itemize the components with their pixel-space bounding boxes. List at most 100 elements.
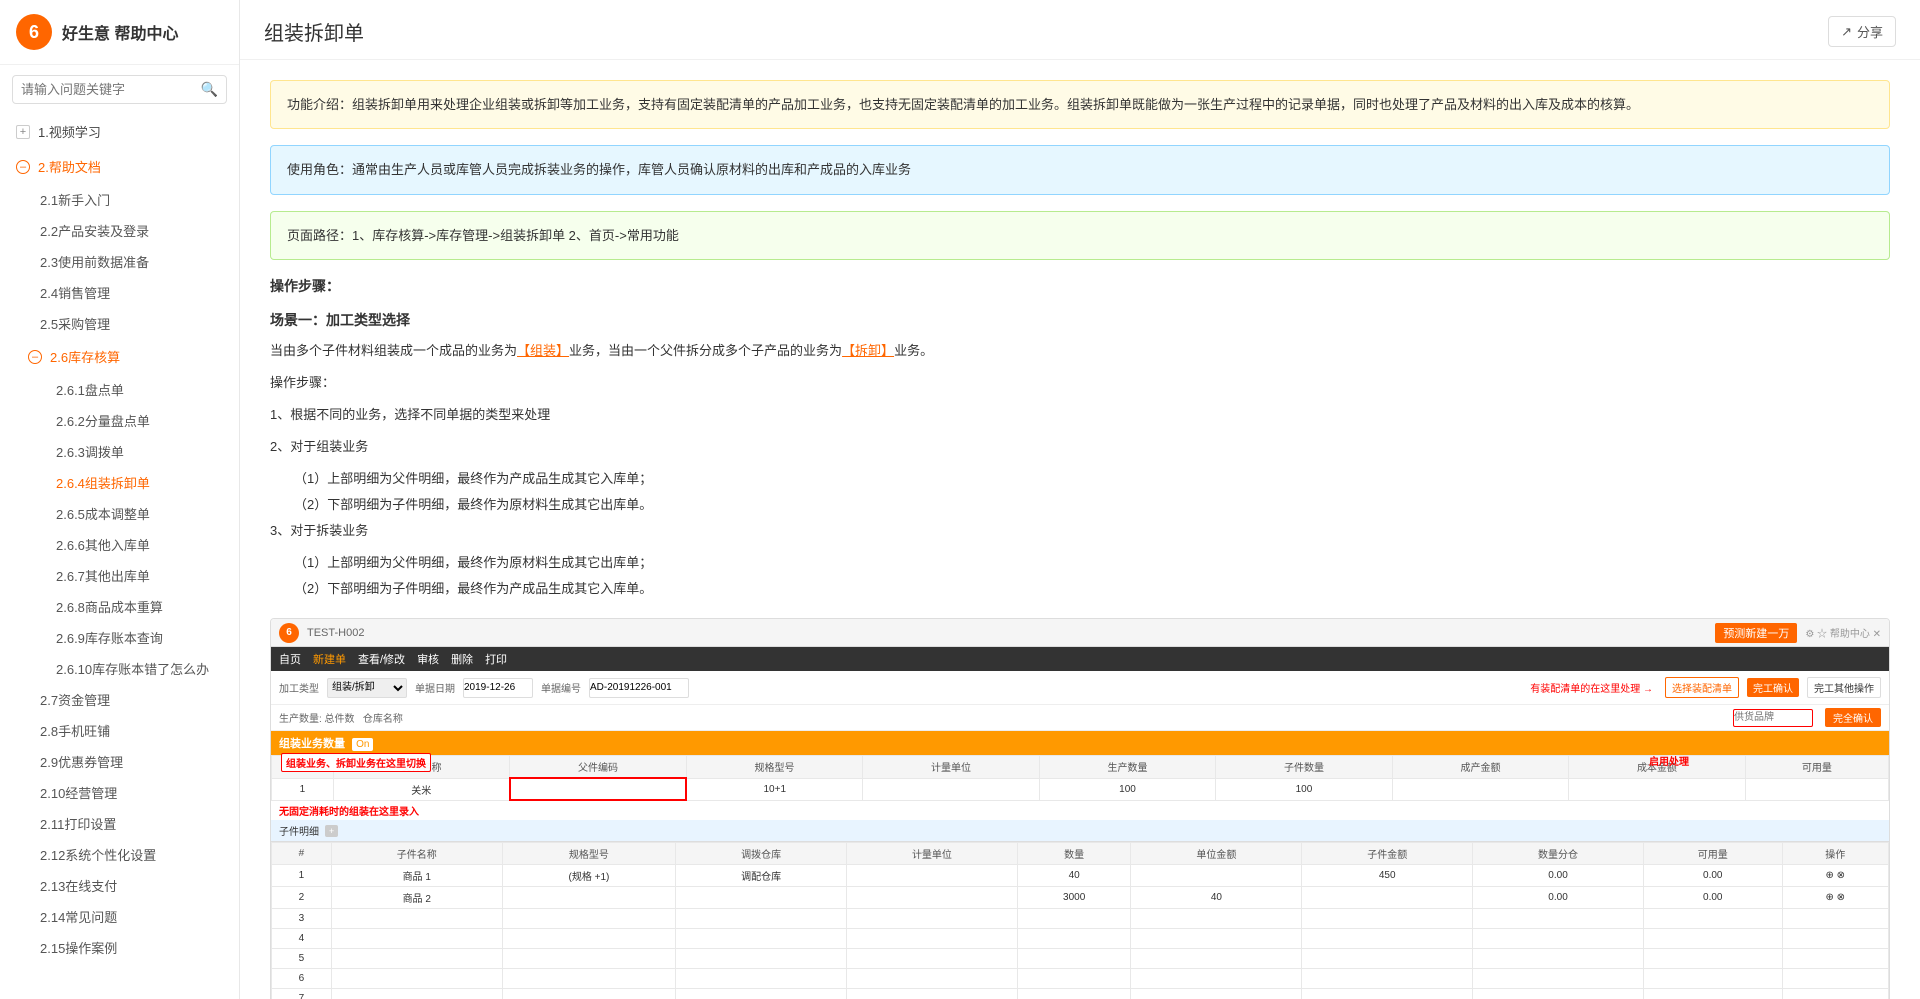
- col-available: 可用量: [1745, 756, 1888, 779]
- app-logo-small: 6: [279, 623, 299, 643]
- menu-new[interactable]: 新建单: [313, 651, 346, 667]
- nav-tree: + 1.视频学习 – 2.帮助文档 2.1新手入门 2.2产品安装及登录 2.3…: [0, 114, 239, 999]
- sidebar-item-split-stocktake[interactable]: 2.6.2分量盘点单: [0, 405, 239, 436]
- table-row: 4: [272, 929, 1889, 949]
- toggle-switch[interactable]: On: [352, 738, 373, 751]
- share-button[interactable]: ↗ 分享: [1828, 16, 1896, 47]
- expand-icon: +: [16, 125, 30, 139]
- app-new-btn[interactable]: 预测新建一万: [1715, 623, 1797, 643]
- sidebar-item-newbie[interactable]: 2.1新手入门: [0, 184, 239, 215]
- sidebar-item-operation[interactable]: 2.10经营管理: [0, 777, 239, 808]
- col-spec: 规格型号: [686, 756, 862, 779]
- form-type-label: 加工类型: [279, 680, 319, 695]
- table-row: 3: [272, 909, 1889, 929]
- sidebar-item-stocktake[interactable]: 2.6.1盘点单: [0, 374, 239, 405]
- menu-audit[interactable]: 审核: [417, 651, 439, 667]
- sidebar: 6 好生意 帮助中心 🔍 + 1.视频学习 – 2.帮助文档 2.1新手入门 2…: [0, 0, 240, 999]
- sidebar-item-assembly[interactable]: 2.6.4组装拆卸单: [0, 467, 239, 498]
- sidebar-item-other-out[interactable]: 2.6.7其他出库单: [0, 560, 239, 591]
- sidebar-item-coupon[interactable]: 2.9优惠券管理: [0, 746, 239, 777]
- sidebar-item-label: 1.视频学习: [38, 122, 101, 141]
- row-action-del[interactable]: ⊗: [1837, 892, 1845, 903]
- search-input[interactable]: [21, 82, 201, 97]
- step-3-1: （1）上部明细为父件明细，最终作为原材料生成其它出库单；: [270, 550, 1890, 576]
- role-block: 使用角色：通常由生产人员或库管人员完成拆装业务的操作，库管人员确认原材料的出库和…: [270, 145, 1890, 194]
- sidebar-item-cost-adjust[interactable]: 2.6.5成本调整单: [0, 498, 239, 529]
- intro-block: 功能介绍：组装拆卸单用来处理企业组装或拆卸等加工业务，支持有固定装配清单的产品加…: [270, 80, 1890, 129]
- sidebar-item-online-pay[interactable]: 2.13在线支付: [0, 870, 239, 901]
- step-3-2: （2）下部明细为子件明细，最终作为产成品生成其它入库单。: [270, 576, 1890, 602]
- btn-complete[interactable]: 完工确认: [1747, 678, 1799, 697]
- table-row: 7: [272, 989, 1889, 999]
- scenario1-title: 场景一：加工类型选择: [270, 310, 1890, 330]
- sidebar-item-finance[interactable]: 2.7资金管理: [0, 684, 239, 715]
- row-action-copy[interactable]: ⊕: [1825, 870, 1833, 881]
- app-stats-row: 生产数量: 总件数 仓库名称 完全确认: [271, 705, 1889, 731]
- sidebar-item-install[interactable]: 2.2产品安装及登录: [0, 215, 239, 246]
- sidebar-item-purchase[interactable]: 2.5采购管理: [0, 308, 239, 339]
- menu-delete[interactable]: 删除: [451, 651, 473, 667]
- form-date-input[interactable]: [463, 678, 533, 698]
- sidebar-item-personalize[interactable]: 2.12系统个性化设置: [0, 839, 239, 870]
- btn-select-bom[interactable]: 选择装配清单: [1665, 677, 1739, 698]
- col-unit: 计量单位: [863, 756, 1039, 779]
- table-row: 1 关米 10+1 100 100: [272, 778, 1889, 800]
- sidebar-item-cases[interactable]: 2.15操作案例: [0, 932, 239, 963]
- app-menu: 自页 新建单 查看/修改 审核 删除 打印: [271, 647, 1889, 671]
- app-screenshot: 6 TEST-H002 预测新建一万 ⚙ ☆ 帮助中心 ✕ 自页 新建单 查看/…: [270, 618, 1890, 999]
- main-header: 组装拆卸单 ↗ 分享: [240, 0, 1920, 60]
- child-count-badge: +: [325, 825, 338, 837]
- btn-approve[interactable]: 完全确认: [1825, 708, 1881, 727]
- sidebar-item-data-prep[interactable]: 2.3使用前数据准备: [0, 246, 239, 277]
- logo-icon: 6: [16, 14, 52, 50]
- sidebar-item-mobile[interactable]: 2.8手机旺铺: [0, 715, 239, 746]
- parent-table-wrapper: # 父件名称 父件编码 规格型号 计量单位 生产数量 子件数量 成产金额 成本金…: [271, 755, 1889, 801]
- table-row: 6: [272, 969, 1889, 989]
- steps-title: 操作步骤：: [270, 276, 1890, 296]
- sidebar-item-print[interactable]: 2.11打印设置: [0, 808, 239, 839]
- form-type-select[interactable]: 组装/拆卸: [327, 678, 407, 698]
- section-header-bar: 组装业务数量 On: [271, 731, 1889, 755]
- sidebar-item-transfer[interactable]: 2.6.3调拨单: [0, 436, 239, 467]
- sidebar-item-video[interactable]: + 1.视频学习: [0, 114, 239, 149]
- search-bar[interactable]: 🔍: [12, 75, 227, 104]
- sidebar-item-cost-recalc[interactable]: 2.6.8商品成本重算: [0, 591, 239, 622]
- sidebar-item-help[interactable]: – 2.帮助文档: [0, 149, 239, 184]
- form-number-input[interactable]: [589, 678, 689, 698]
- step-1: 1、根据不同的业务，选择不同单据的类型来处理: [270, 402, 1890, 428]
- table-row: 5: [272, 949, 1889, 969]
- annotation-bom: 有装配清单的在这里处理 →: [1530, 680, 1653, 695]
- highlighted-cell: [510, 778, 686, 800]
- form-date-label: 单据日期: [415, 680, 455, 695]
- menu-print[interactable]: 打印: [485, 651, 507, 667]
- main-area: 组装拆卸单 ↗ 分享 功能介绍：组装拆卸单用来处理企业组装或拆卸等加工业务，支持…: [240, 0, 1920, 999]
- intro-text: 功能介绍：组装拆卸单用来处理企业组装或拆卸等加工业务，支持有固定装配清单的产品加…: [287, 97, 1639, 112]
- form-brand-input[interactable]: [1733, 709, 1813, 727]
- sidebar-item-inventory-error[interactable]: 2.6.10库存账本错了怎么办: [0, 653, 239, 684]
- sidebar-item-label: 2.6库存核算: [50, 347, 120, 366]
- app-form-area: 加工类型 组装/拆卸 单据日期 单据编号 有装配清单的在这里处理 → 选择装配清…: [271, 671, 1889, 705]
- child-table-wrapper: # 子件名称 规格型号 调拨仓库 计量单位 数量 单位金额 子件金额 数量分仓 …: [271, 842, 1889, 999]
- sidebar-item-faq[interactable]: 2.14常见问题: [0, 901, 239, 932]
- col-parent-code: 父件编码: [510, 756, 686, 779]
- col-prod-amount: 成产金额: [1392, 756, 1568, 779]
- sidebar-item-sales[interactable]: 2.4销售管理: [0, 277, 239, 308]
- bottom-annotation-wrapper: 无固定消耗时的组装在这里录入: [271, 801, 1889, 820]
- menu-home[interactable]: 自页: [279, 651, 301, 667]
- child-section-header: 子件明细 +: [271, 820, 1889, 842]
- content-area: 功能介绍：组装拆卸单用来处理企业组装或拆卸等加工业务，支持有固定装配清单的产品加…: [240, 60, 1920, 999]
- sidebar-item-inventory-ledger[interactable]: 2.6.9库存账本查询: [0, 622, 239, 653]
- col-prod-qty: 生产数量: [1039, 756, 1215, 779]
- path-block: 页面路径：1、库存核算->库存管理->组装拆卸单 2、首页->常用功能: [270, 211, 1890, 260]
- search-icon: 🔍: [201, 81, 218, 98]
- btn-complete-other[interactable]: 完工其他操作: [1807, 677, 1881, 698]
- sidebar-item-inventory[interactable]: – 2.6库存核算: [0, 339, 239, 374]
- sidebar-item-other-in[interactable]: 2.6.6其他入库单: [0, 529, 239, 560]
- page-title: 组装拆卸单: [264, 17, 364, 46]
- row-action-copy[interactable]: ⊕: [1825, 892, 1833, 903]
- table-row: 2 商品 2 3000 40 0.00 0.00: [272, 887, 1889, 909]
- step-2-1: （1）上部明细为父件明细，最终作为产成品生成其它入库单；: [270, 466, 1890, 492]
- menu-view[interactable]: 查看/修改: [358, 651, 405, 667]
- row-action-del[interactable]: ⊗: [1837, 870, 1845, 881]
- child-table: # 子件名称 规格型号 调拨仓库 计量单位 数量 单位金额 子件金额 数量分仓 …: [271, 842, 1889, 999]
